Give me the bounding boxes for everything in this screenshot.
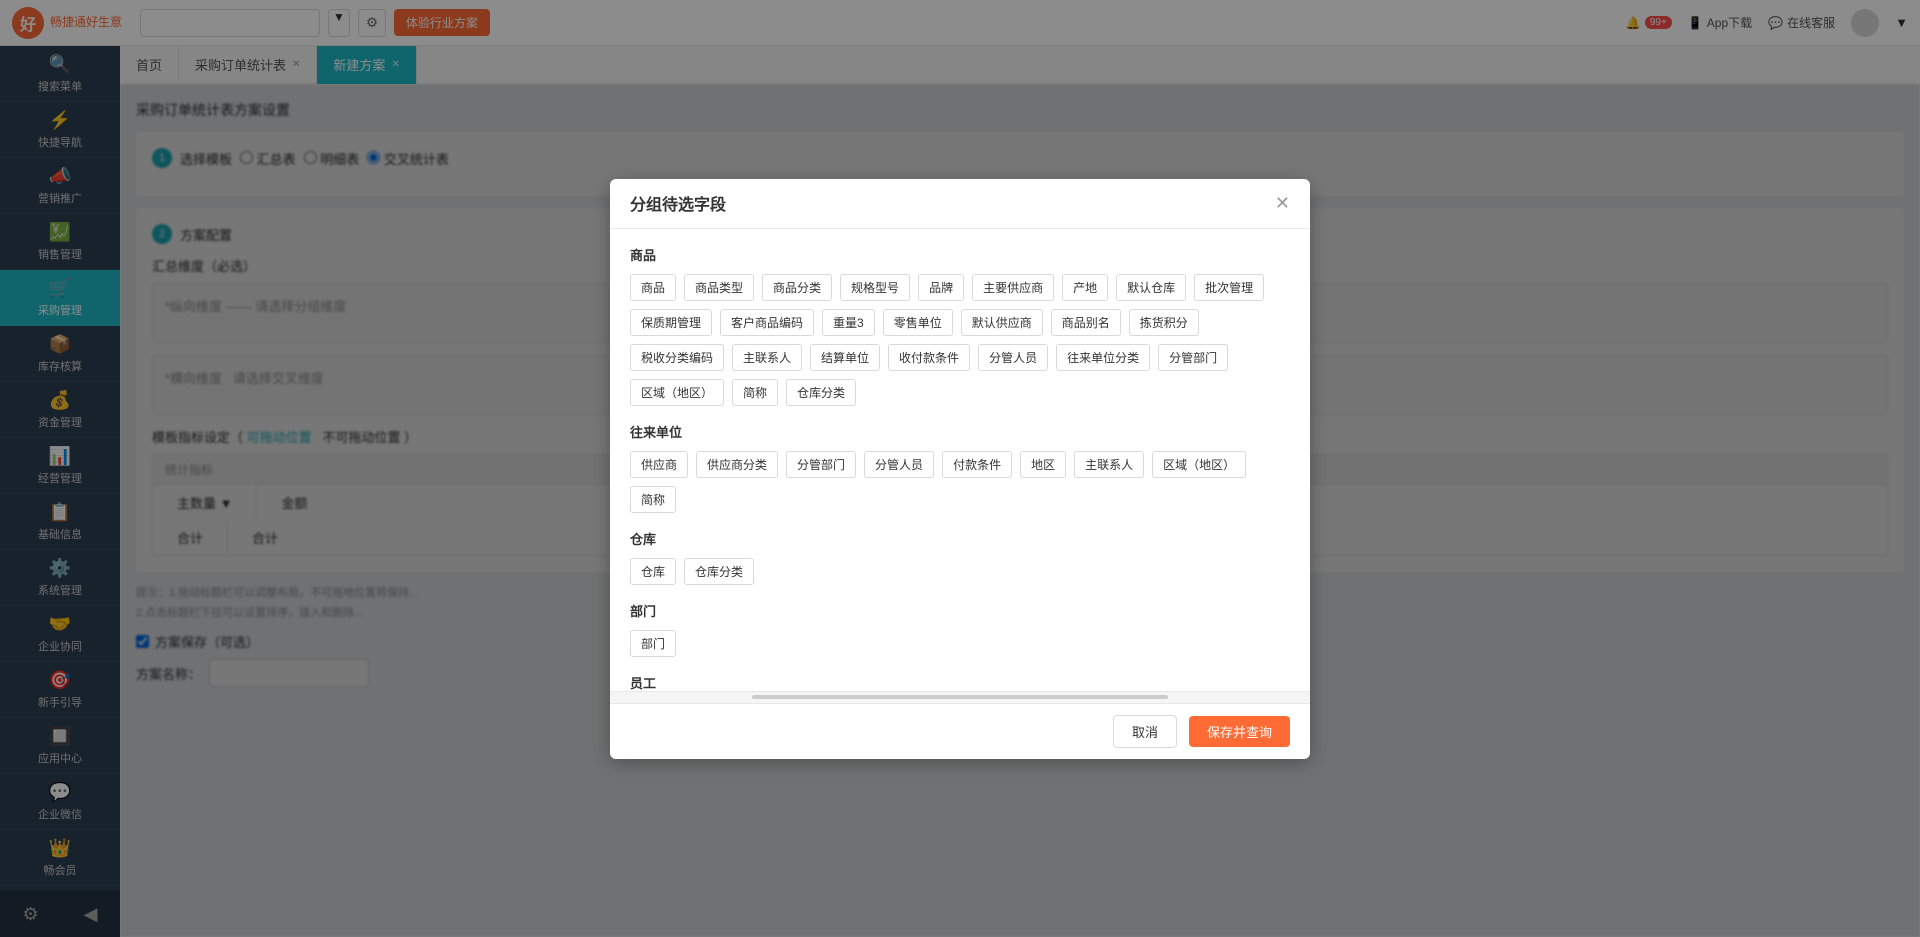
field-supplier-category[interactable]: 供应商分类 [696,451,778,478]
field-warehouse-category[interactable]: 仓库分类 [786,379,856,406]
modal-overlay: 分组待选字段 ✕ 商品 商品 商品类型 商品分类 规格型号 品牌 主要供应商 产… [0,0,1920,937]
field-warehouse[interactable]: 仓库 [630,558,676,585]
section-party-title: 往来单位 [630,422,1290,441]
modal-dialog: 分组待选字段 ✕ 商品 商品 商品类型 商品分类 规格型号 品牌 主要供应商 产… [610,179,1310,759]
section-dept-title: 部门 [630,601,1290,620]
field-manage-person[interactable]: 分管人员 [864,451,934,478]
field-manage-dept[interactable]: 分管部门 [786,451,856,478]
field-customer-code[interactable]: 客户商品编码 [720,309,814,336]
save-query-button[interactable]: 保存并查询 [1189,716,1290,747]
cancel-button[interactable]: 取消 [1113,715,1177,748]
field-short-name[interactable]: 简称 [732,379,778,406]
field-tax-code[interactable]: 税收分类编码 [630,344,724,371]
field-product-type[interactable]: 商品类型 [684,274,754,301]
field-weight3[interactable]: 重量3 [822,309,875,336]
field-payment-terms[interactable]: 收付款条件 [888,344,970,371]
section-warehouse-fields: 仓库 仓库分类 [630,558,1290,585]
field-region[interactable]: 区域（地区） [630,379,724,406]
field-retail-unit[interactable]: 零售单位 [883,309,953,336]
field-shelf-life[interactable]: 保质期管理 [630,309,712,336]
section-dept-fields: 部门 [630,630,1290,657]
modal-footer: 取消 保存并查询 [610,703,1310,759]
field-product-category[interactable]: 商品分类 [762,274,832,301]
modal-body[interactable]: 商品 商品 商品类型 商品分类 规格型号 品牌 主要供应商 产地 默认仓库 批次… [610,229,1310,691]
field-default-supplier[interactable]: 默认供应商 [961,309,1043,336]
field-brand[interactable]: 品牌 [918,274,964,301]
field-main-contact-party[interactable]: 主联系人 [1074,451,1144,478]
section-party: 往来单位 供应商 供应商分类 分管部门 分管人员 付款条件 地区 主联系人 区域… [630,422,1290,513]
section-employee: 员工 业务员 [630,673,1290,691]
field-main-supplier[interactable]: 主要供应商 [972,274,1054,301]
modal-header: 分组待选字段 ✕ [610,179,1310,229]
field-dept[interactable]: 分管部门 [1158,344,1228,371]
section-warehouse-title: 仓库 [630,529,1290,548]
section-product: 商品 商品 商品类型 商品分类 规格型号 品牌 主要供应商 产地 默认仓库 批次… [630,245,1290,406]
modal-title: 分组待选字段 [630,191,726,215]
field-area[interactable]: 地区 [1020,451,1066,478]
field-main-contact[interactable]: 主联系人 [732,344,802,371]
modal-hscroll [610,691,1310,703]
field-spec-model[interactable]: 规格型号 [840,274,910,301]
field-department[interactable]: 部门 [630,630,676,657]
field-pick-points[interactable]: 拣货积分 [1129,309,1199,336]
field-default-warehouse[interactable]: 默认仓库 [1116,274,1186,301]
section-warehouse: 仓库 仓库 仓库分类 [630,529,1290,585]
field-batch-manage[interactable]: 批次管理 [1194,274,1264,301]
section-product-title: 商品 [630,245,1290,264]
field-payment-condition[interactable]: 付款条件 [942,451,1012,478]
field-settlement-unit[interactable]: 结算单位 [810,344,880,371]
field-product[interactable]: 商品 [630,274,676,301]
field-product-alias[interactable]: 商品别名 [1051,309,1121,336]
section-employee-title: 员工 [630,673,1290,691]
section-party-fields: 供应商 供应商分类 分管部门 分管人员 付款条件 地区 主联系人 区域（地区） … [630,451,1290,513]
section-dept: 部门 部门 [630,601,1290,657]
section-product-fields: 商品 商品类型 商品分类 规格型号 品牌 主要供应商 产地 默认仓库 批次管理 … [630,274,1290,406]
modal-close-button[interactable]: ✕ [1275,194,1290,212]
field-party-category[interactable]: 往来单位分类 [1056,344,1150,371]
field-origin[interactable]: 产地 [1062,274,1108,301]
field-supplier[interactable]: 供应商 [630,451,688,478]
field-region-party[interactable]: 区域（地区） [1152,451,1246,478]
field-short-name-party[interactable]: 简称 [630,486,676,513]
field-warehouse-cat[interactable]: 仓库分类 [684,558,754,585]
field-supervisor[interactable]: 分管人员 [978,344,1048,371]
